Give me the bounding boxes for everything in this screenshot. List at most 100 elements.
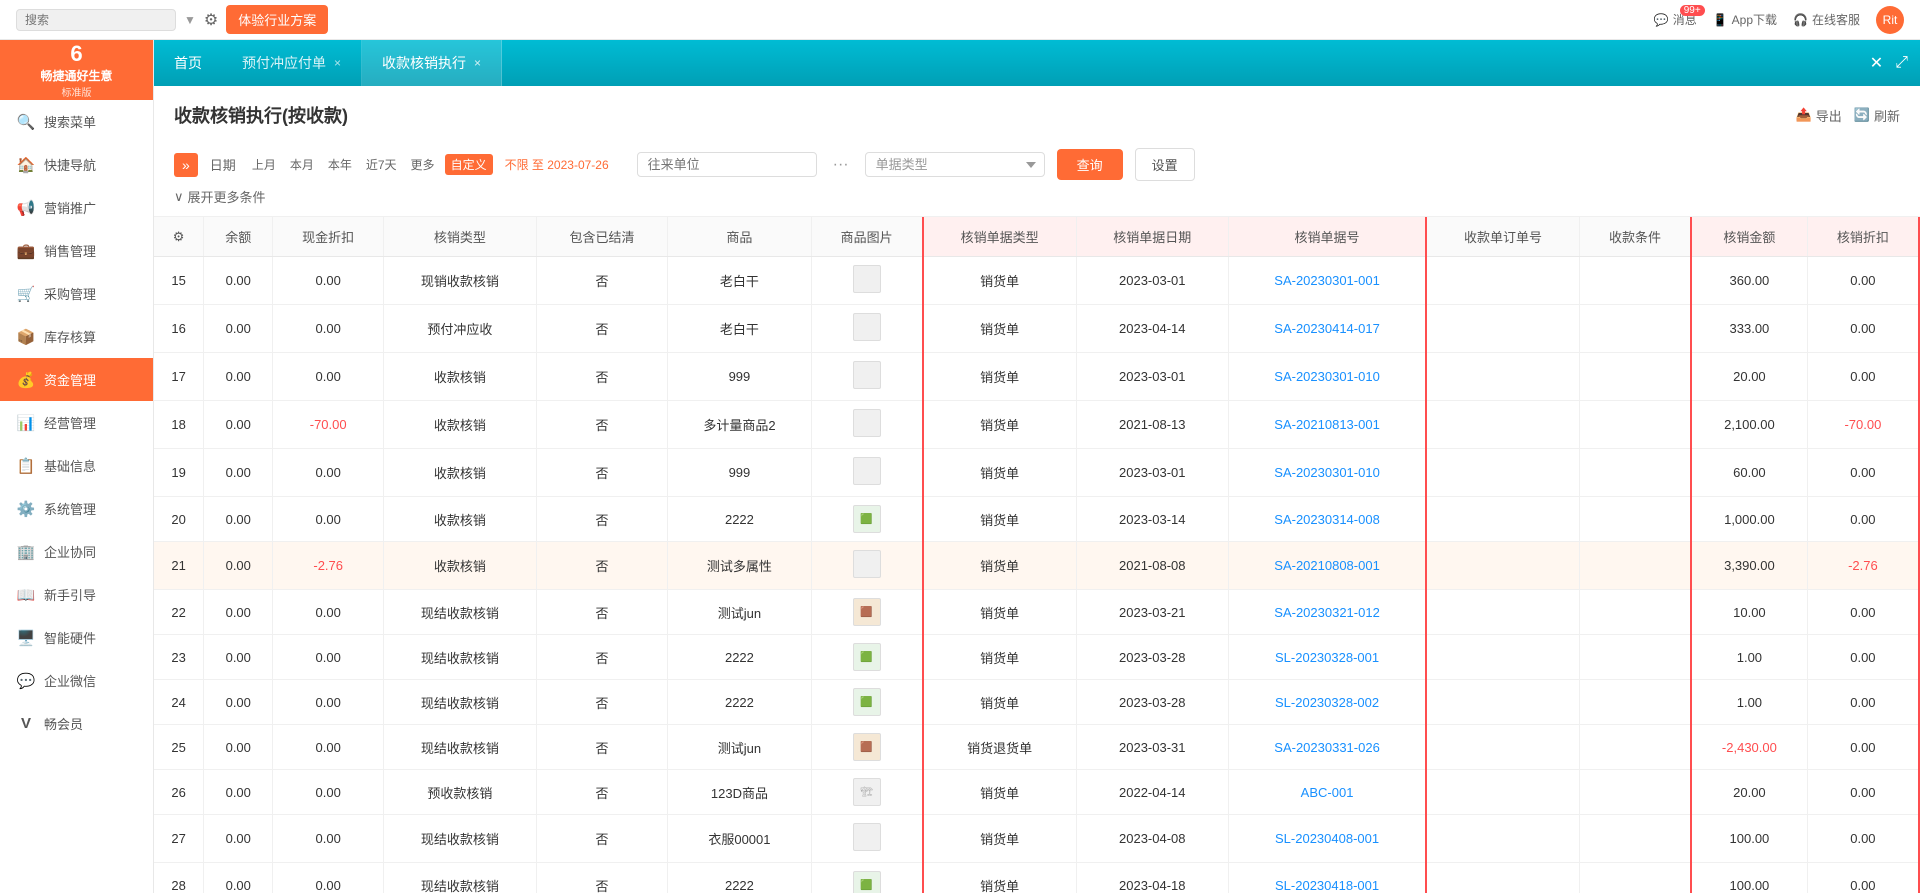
search-input[interactable] <box>16 9 176 31</box>
table-row: 20 0.00 0.00 收款核销 否 2222 🟩 销货单 2023-03-1… <box>154 497 1919 542</box>
bill-no-link[interactable]: SA-20230301-010 <box>1274 369 1380 384</box>
message-btn[interactable]: 💬 消息 99+ <box>1654 11 1697 28</box>
table-scroll[interactable]: ⚙ 余额 现金折扣 核销类型 包含已结清 商品 商品图片 核销单据类型 核销单据… <box>154 217 1920 893</box>
close-window-icon[interactable]: ✕ <box>1870 53 1883 73</box>
sidebar-item-wechat[interactable]: 💬 企业微信 <box>0 659 153 702</box>
sidebar-item-member[interactable]: V 畅会员 <box>0 702 153 745</box>
cell-cancel-bill-type: 销货单 <box>923 257 1076 305</box>
cell-num: 18 <box>154 401 204 449</box>
date-btn-custom[interactable]: 自定义 <box>445 154 493 175</box>
industry-btn[interactable]: 体验行业方案 <box>226 5 328 34</box>
cell-include-settled: 否 <box>536 680 668 725</box>
tab-prepay-close[interactable]: × <box>334 56 341 70</box>
sidebar-item-purchase[interactable]: 🛒 采购管理 <box>0 272 153 315</box>
cell-cancel-bill-no: SA-20230321-012 <box>1229 590 1427 635</box>
cell-cancel-bill-date: 2023-03-01 <box>1076 449 1229 497</box>
app-download-btn[interactable]: 📱 App下载 <box>1713 11 1777 28</box>
cell-receipt-condition <box>1579 680 1691 725</box>
refresh-btn[interactable]: 🔄 刷新 <box>1854 106 1900 125</box>
sidebar-item-search[interactable]: 🔍 搜索菜单 <box>0 100 153 143</box>
table-row: 23 0.00 0.00 现结收款核销 否 2222 🟩 销货单 2023-03… <box>154 635 1919 680</box>
tab-cancel[interactable]: 收款核销执行 × <box>362 40 502 86</box>
cell-balance: 0.00 <box>204 725 273 770</box>
bill-no-link[interactable]: SA-20230414-017 <box>1274 321 1380 336</box>
cell-cancel-amount: 1,000.00 <box>1691 497 1807 542</box>
bill-no-link[interactable]: SL-20230328-001 <box>1275 650 1379 665</box>
sidebar-item-base[interactable]: 📋 基础信息 <box>0 444 153 487</box>
finance-icon: 💰 <box>16 371 36 389</box>
bill-no-link[interactable]: SL-20230408-001 <box>1275 831 1379 846</box>
settings-icon[interactable]: ⚙ <box>204 10 218 30</box>
product-image: 🏗 <box>853 778 881 806</box>
tab-cancel-close[interactable]: × <box>474 56 481 70</box>
bill-no-link[interactable]: SL-20230418-001 <box>1275 878 1379 893</box>
teal-tab-bar: 首页 预付冲应付单 × 收款核销执行 × ✕ ⤢ <box>154 40 1920 86</box>
party-input[interactable] <box>637 152 817 177</box>
export-btn[interactable]: 📤 导出 <box>1796 106 1842 125</box>
sidebar-item-finance[interactable]: 💰 资金管理 <box>0 358 153 401</box>
sidebar-item-newbie[interactable]: 📖 新手引导 <box>0 573 153 616</box>
bill-no-link[interactable]: SL-20230328-002 <box>1275 695 1379 710</box>
bill-no-link[interactable]: ABC-001 <box>1301 785 1354 800</box>
online-service-btn[interactable]: 🎧 在线客服 <box>1793 11 1860 28</box>
cell-product-img: 🟩 <box>811 680 923 725</box>
cell-balance: 0.00 <box>204 353 273 401</box>
cell-include-settled: 否 <box>536 305 668 353</box>
date-btn-last-month[interactable]: 上月 <box>248 154 280 175</box>
table-row: 28 0.00 0.00 现结收款核销 否 2222 🟩 销货单 2023-04… <box>154 863 1919 893</box>
bill-no-link[interactable]: SA-20230314-008 <box>1274 512 1380 527</box>
bill-no-link[interactable]: SA-20230301-010 <box>1274 465 1380 480</box>
date-btn-more[interactable]: 更多 <box>407 154 439 175</box>
cell-num: 21 <box>154 542 204 590</box>
cell-cancel-bill-no: SA-20230301-010 <box>1229 449 1427 497</box>
sidebar-item-inventory[interactable]: 📦 库存核算 <box>0 315 153 358</box>
sidebar-item-hardware[interactable]: 🖥️ 智能硬件 <box>0 616 153 659</box>
cell-cancel-bill-no: SA-20230331-026 <box>1229 725 1427 770</box>
settings-btn[interactable]: 设置 <box>1135 148 1195 181</box>
cell-cancel-discount: 0.00 <box>1807 353 1919 401</box>
cell-cancel-discount: 0.00 <box>1807 680 1919 725</box>
product-image <box>853 823 881 851</box>
avatar[interactable]: Rit <box>1876 6 1904 34</box>
cell-product-img <box>811 353 923 401</box>
sidebar-item-business[interactable]: 📊 经营管理 <box>0 401 153 444</box>
cell-cancel-amount: 20.00 <box>1691 353 1807 401</box>
cell-product: 2222 <box>668 635 811 680</box>
tab-home[interactable]: 首页 <box>154 53 222 73</box>
bill-no-link[interactable]: SA-20230331-026 <box>1274 740 1380 755</box>
cell-receipt-condition <box>1579 257 1691 305</box>
filter-expand-btn[interactable]: ∨ 展开更多条件 <box>174 187 1900 206</box>
cell-cash-discount: 0.00 <box>273 770 384 815</box>
cell-receipt-condition <box>1579 815 1691 863</box>
cell-cancel-bill-type: 销货单 <box>923 635 1076 680</box>
sidebar-item-marketing[interactable]: 📢 营销推广 <box>0 186 153 229</box>
cell-cancel-bill-no: SA-20210813-001 <box>1229 401 1427 449</box>
date-btn-this-month[interactable]: 本月 <box>286 154 318 175</box>
maximize-icon[interactable]: ⤢ <box>1895 54 1908 72</box>
sidebar-item-shortcut[interactable]: 🏠 快捷导航 <box>0 143 153 186</box>
product-image: 🟩 <box>853 643 881 671</box>
expand-arrow-btn[interactable]: » <box>174 153 198 177</box>
cell-product: 多计量商品2 <box>668 401 811 449</box>
party-dots[interactable]: ··· <box>833 156 849 174</box>
bill-no-link[interactable]: SA-20230321-012 <box>1274 605 1380 620</box>
bill-no-link[interactable]: SA-20230301-001 <box>1274 273 1380 288</box>
sidebar-item-label: 新手引导 <box>44 585 96 604</box>
sidebar-item-label: 基础信息 <box>44 456 96 475</box>
sidebar-item-corp[interactable]: 🏢 企业协同 <box>0 530 153 573</box>
bill-type-select[interactable]: 单据类型 <box>865 152 1045 177</box>
query-btn[interactable]: 查询 <box>1057 149 1123 180</box>
cell-cancel-bill-no: SL-20230328-001 <box>1229 635 1427 680</box>
cell-receipt-condition <box>1579 449 1691 497</box>
sidebar-item-sales[interactable]: 💼 销售管理 <box>0 229 153 272</box>
table-row: 26 0.00 0.00 预收款核销 否 123D商品 🏗 销货单 2022-0… <box>154 770 1919 815</box>
gear-icon[interactable]: ⚙ <box>173 229 185 244</box>
tab-prepay[interactable]: 预付冲应付单 × <box>222 40 362 86</box>
sidebar-item-label: 搜索菜单 <box>44 112 96 131</box>
col-gear[interactable]: ⚙ <box>154 217 204 257</box>
sidebar-item-system[interactable]: ⚙️ 系统管理 <box>0 487 153 530</box>
bill-no-link[interactable]: SA-20210808-001 <box>1274 558 1380 573</box>
date-btn-7days[interactable]: 近7天 <box>362 154 401 175</box>
date-btn-this-year[interactable]: 本年 <box>324 154 356 175</box>
bill-no-link[interactable]: SA-20210813-001 <box>1274 417 1380 432</box>
